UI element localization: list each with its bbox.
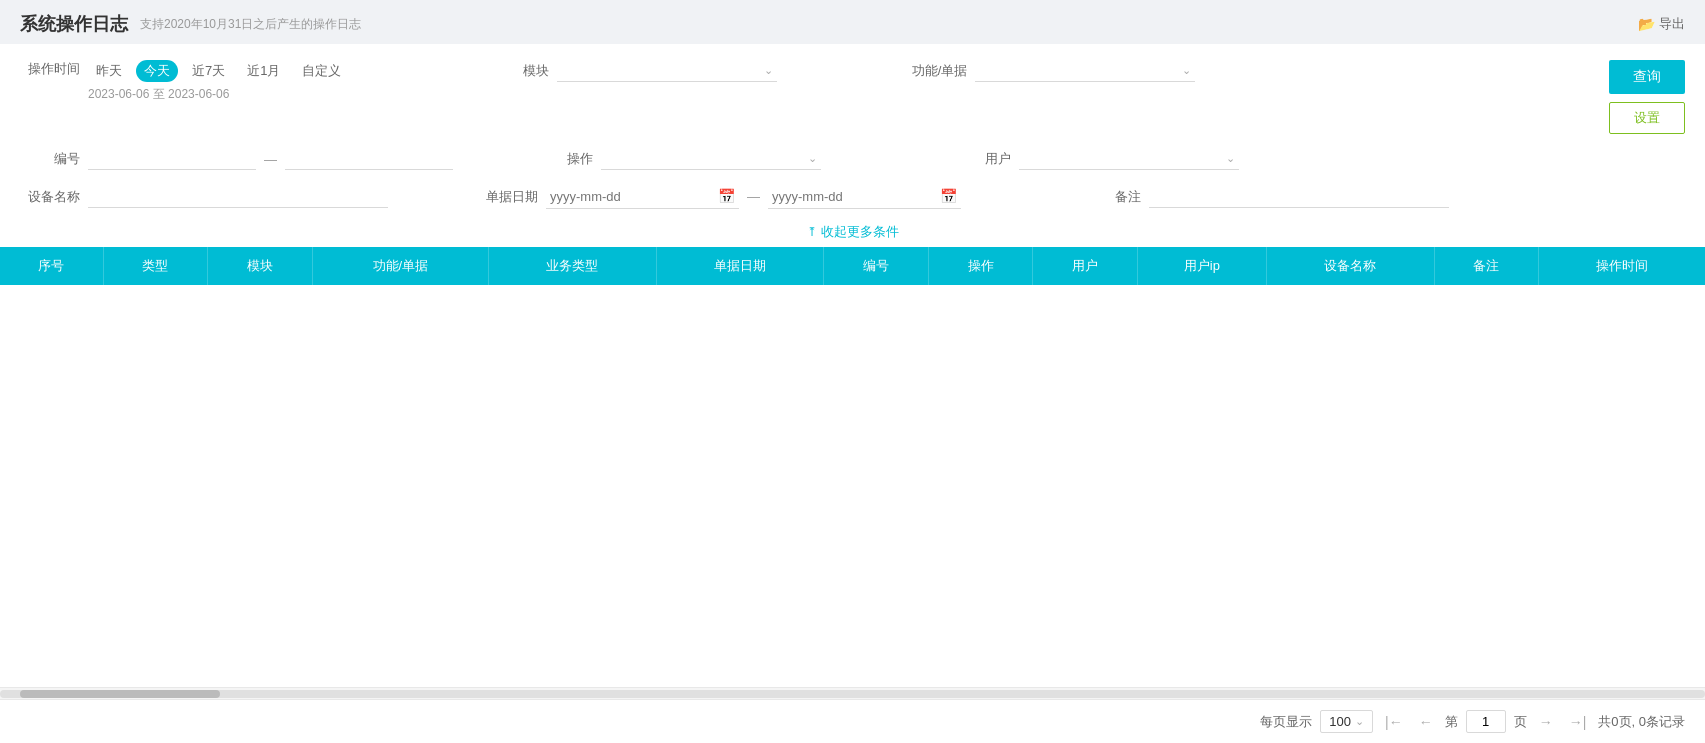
code-dash: — [264, 152, 277, 167]
page-label: 第 [1445, 713, 1458, 731]
calendar-to-icon[interactable]: 📅 [940, 188, 957, 204]
collapse-icon: ⤒ [807, 225, 817, 239]
col-device: 设备名称 [1266, 247, 1434, 285]
collapse-label: 收起更多条件 [821, 223, 899, 241]
col-module: 模块 [208, 247, 312, 285]
col-type: 类型 [103, 247, 207, 285]
page-prev-button[interactable]: ← [1415, 712, 1437, 732]
time-label: 操作时间 [20, 60, 80, 78]
scrollbar-track [0, 690, 1705, 698]
time-range-text: 2023-06-06 至 2023-06-06 [88, 86, 349, 103]
filter-area: 操作时间 昨天 今天 近7天 近1月 自定义 2023-06-06 至 2023… [0, 44, 1705, 247]
operation-label: 操作 [533, 150, 593, 168]
data-table: 序号 类型 模块 功能/单据 业务类型 单据日期 编号 操作 用户 用户ip 设… [0, 247, 1705, 285]
calendar-from-icon[interactable]: 📅 [718, 188, 735, 204]
func-label: 功能/单据 [907, 62, 967, 80]
page-subtitle: 支持2020年10月31日之后产生的操作日志 [140, 16, 361, 33]
user-chevron-icon: ⌄ [1226, 152, 1235, 165]
pagination: 每页显示 100 ⌄ |← ← 第 页 → →| 共0页, 0条记录 [0, 699, 1705, 743]
remark-input[interactable] [1149, 186, 1449, 208]
module-select[interactable]: ⌄ [557, 60, 777, 82]
code-input-start[interactable] [88, 148, 256, 170]
col-operation: 操作 [928, 247, 1032, 285]
col-doc-date: 单据日期 [656, 247, 824, 285]
col-user-ip: 用户ip [1137, 247, 1266, 285]
page-size-chevron-icon: ⌄ [1355, 715, 1364, 728]
date-to-wrapper: 📅 [768, 184, 961, 209]
empty-area [0, 367, 1705, 687]
col-user: 用户 [1033, 247, 1137, 285]
export-label: 导出 [1659, 15, 1685, 33]
device-input[interactable] [88, 186, 388, 208]
date-label: 单据日期 [478, 188, 538, 206]
col-index: 序号 [0, 247, 103, 285]
device-label: 设备名称 [20, 188, 80, 206]
time-opt-1month[interactable]: 近1月 [239, 60, 288, 82]
settings-button[interactable]: 设置 [1609, 102, 1685, 134]
export-button[interactable]: 📂 导出 [1638, 15, 1685, 33]
query-button[interactable]: 查询 [1609, 60, 1685, 94]
date-dash: — [747, 189, 760, 204]
table-header-row: 序号 类型 模块 功能/单据 业务类型 单据日期 编号 操作 用户 用户ip 设… [0, 247, 1705, 285]
page-size-select[interactable]: 100 ⌄ [1320, 710, 1373, 733]
col-remark: 备注 [1434, 247, 1538, 285]
module-label: 模块 [489, 62, 549, 80]
page-num-input[interactable] [1466, 710, 1506, 733]
page-size-label: 每页显示 [1260, 713, 1312, 731]
time-opt-custom[interactable]: 自定义 [294, 60, 349, 82]
table-container: 序号 类型 模块 功能/单据 业务类型 单据日期 编号 操作 用户 用户ip 设… [0, 247, 1705, 367]
main-content: 序号 类型 模块 功能/单据 业务类型 单据日期 编号 操作 用户 用户ip 设… [0, 247, 1705, 687]
func-select[interactable]: ⌄ [975, 60, 1195, 82]
col-func: 功能/单据 [312, 247, 488, 285]
page-last-button[interactable]: →| [1565, 712, 1591, 732]
operation-select[interactable]: ⌄ [601, 148, 821, 170]
time-opt-today[interactable]: 今天 [136, 60, 178, 82]
horizontal-scrollbar[interactable] [0, 687, 1705, 699]
page-unit: 页 [1514, 713, 1527, 731]
user-select[interactable]: ⌄ [1019, 148, 1239, 170]
scrollbar-thumb[interactable] [20, 690, 220, 698]
action-buttons: 查询 设置 [1609, 60, 1685, 134]
page-title: 系统操作日志 [20, 12, 128, 36]
time-opt-yesterday[interactable]: 昨天 [88, 60, 130, 82]
page-total: 共0页, 0条记录 [1598, 713, 1685, 731]
col-op-time: 操作时间 [1538, 247, 1705, 285]
collapse-bar[interactable]: ⤒ 收起更多条件 [20, 217, 1685, 243]
col-code: 编号 [824, 247, 928, 285]
module-chevron-icon: ⌄ [764, 64, 773, 77]
date-from-wrapper: 📅 [546, 184, 739, 209]
page-size-value: 100 [1329, 714, 1351, 729]
user-label: 用户 [951, 150, 1011, 168]
date-to-input[interactable] [772, 189, 940, 204]
remark-label: 备注 [1081, 188, 1141, 206]
func-chevron-icon: ⌄ [1182, 64, 1191, 77]
code-label: 编号 [20, 150, 80, 168]
operation-chevron-icon: ⌄ [808, 152, 817, 165]
col-biz-type: 业务类型 [489, 247, 657, 285]
code-input-end[interactable] [285, 148, 453, 170]
date-from-input[interactable] [550, 189, 718, 204]
page-next-button[interactable]: → [1535, 712, 1557, 732]
time-opt-7days[interactable]: 近7天 [184, 60, 233, 82]
page-first-button[interactable]: |← [1381, 712, 1407, 732]
export-icon: 📂 [1638, 16, 1655, 32]
